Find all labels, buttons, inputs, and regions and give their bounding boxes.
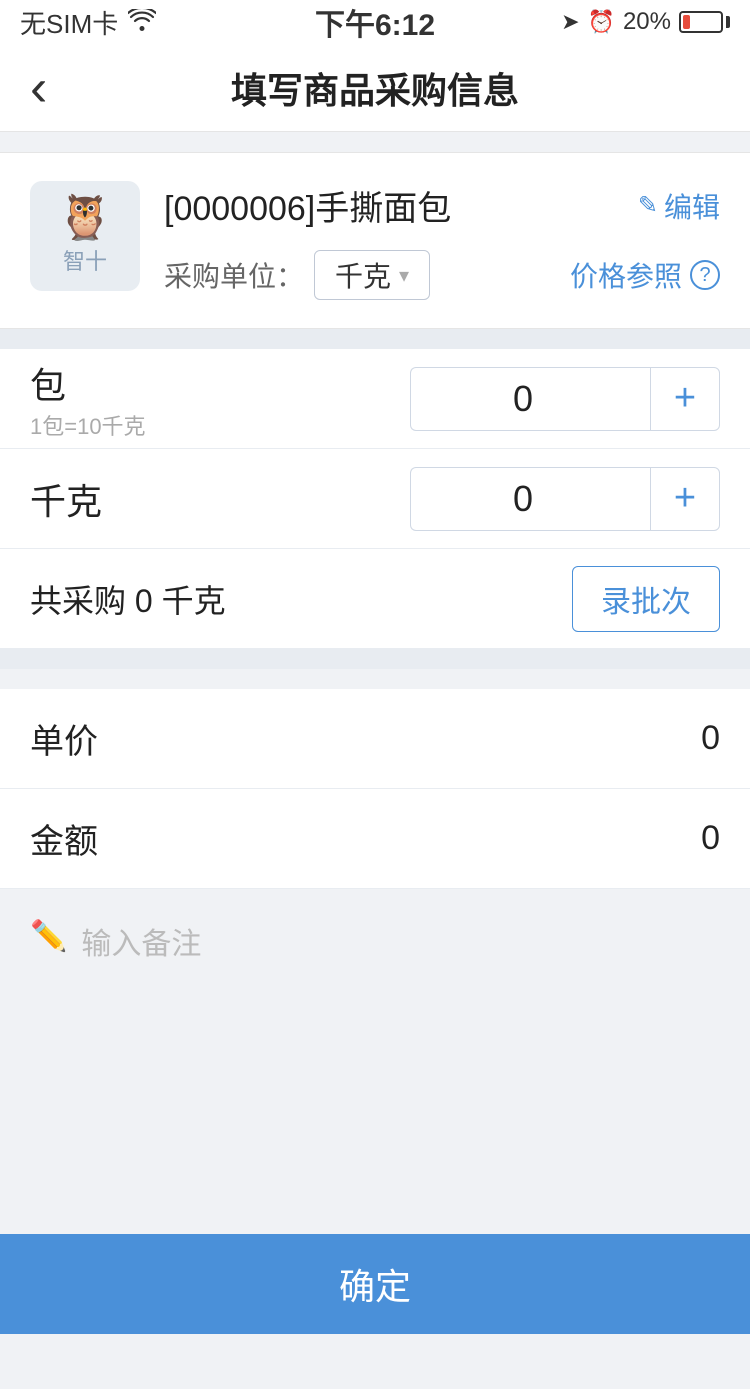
status-bar-right: ➤ ⏰ 20%	[561, 8, 730, 36]
pencil-icon: ✏️	[30, 919, 67, 954]
help-icon: ?	[690, 260, 720, 290]
carrier-label: 无SIM卡	[20, 4, 118, 41]
kg-plus-button[interactable]: +	[650, 467, 720, 531]
unit-label: 采购单位： 千克 ▾	[164, 250, 430, 300]
total-amount-value: 0	[135, 583, 153, 619]
unit-label-text: 采购单位：	[164, 255, 304, 295]
product-logo: 🦉 智十	[30, 181, 140, 291]
price-ref-label: 价格参照	[570, 255, 682, 295]
section-separator-2	[0, 649, 750, 669]
amount-value: 0	[701, 819, 720, 858]
confirm-label: 确定	[339, 1258, 411, 1310]
status-bar: 无SIM卡 下午6:12 ➤ ⏰ 20%	[0, 0, 750, 44]
remarks-placeholder: 输入备注	[81, 919, 201, 963]
kg-label-main: 千克	[30, 473, 150, 525]
bag-label: 包 1包=10千克	[30, 357, 150, 441]
wifi-icon	[128, 7, 156, 38]
edit-label: 编辑	[664, 186, 720, 226]
status-bar-left: 无SIM卡	[20, 4, 156, 41]
kg-label: 千克	[30, 473, 150, 525]
bag-label-sub: 1包=10千克	[30, 409, 150, 441]
product-logo-text: 智十	[63, 244, 107, 276]
confirm-button[interactable]: 确定	[0, 1234, 750, 1334]
amount-row: 金额 0	[0, 789, 750, 889]
bag-input-row: 包 1包=10千克 +	[0, 349, 750, 449]
status-bar-time: 下午6:12	[315, 0, 435, 44]
batch-button[interactable]: 录批次	[572, 566, 720, 632]
edit-button[interactable]: ✎ 编辑	[638, 186, 720, 226]
unit-select[interactable]: 千克 ▾	[314, 250, 430, 300]
remarks-section[interactable]: ✏️ 输入备注	[0, 889, 750, 1089]
back-icon: ‹	[30, 62, 47, 114]
battery-indicator	[679, 11, 730, 33]
bag-quantity-input[interactable]	[410, 367, 650, 431]
product-name: [0000006]手撕面包	[164, 181, 451, 230]
total-label: 共采购	[30, 583, 126, 619]
product-name-row: [0000006]手撕面包 ✎ 编辑	[164, 181, 720, 230]
product-unit-row: 采购单位： 千克 ▾ 价格参照 ?	[164, 250, 720, 300]
location-icon: ➤	[561, 9, 579, 35]
product-logo-icon: 🦉	[58, 196, 113, 240]
unit-price-value: 0	[701, 719, 720, 758]
total-text: 共采购 0 千克	[30, 576, 226, 622]
page-title: 填写商品采购信息	[231, 62, 519, 114]
total-row: 共采购 0 千克 录批次	[0, 549, 750, 649]
kg-input-row: 千克 +	[0, 449, 750, 549]
bag-plus-icon: +	[674, 377, 696, 420]
edit-icon: ✎	[638, 191, 658, 220]
alarm-icon: ⏰	[588, 9, 615, 35]
unit-price-row: 单价 0	[0, 689, 750, 789]
total-unit-value: 千克	[162, 583, 226, 619]
kg-plus-icon: +	[674, 477, 696, 520]
kg-quantity-input[interactable]	[410, 467, 650, 531]
battery-percent: 20%	[623, 8, 671, 36]
price-ref-button[interactable]: 价格参照 ?	[570, 255, 720, 295]
section-separator-1	[0, 329, 750, 349]
product-info: [0000006]手撕面包 ✎ 编辑 采购单位： 千克 ▾ 价格参照 ?	[164, 181, 720, 300]
unit-price-label: 单价	[30, 714, 98, 763]
bag-controls: +	[150, 367, 720, 431]
bag-plus-button[interactable]: +	[650, 367, 720, 431]
unit-value: 千克	[335, 255, 391, 295]
nav-bar: ‹ 填写商品采购信息	[0, 44, 750, 132]
product-card: 🦉 智十 [0000006]手撕面包 ✎ 编辑 采购单位： 千克 ▾ 价格参照 …	[0, 152, 750, 329]
kg-controls: +	[150, 467, 720, 531]
chevron-down-icon: ▾	[399, 263, 409, 288]
batch-label: 录批次	[601, 586, 691, 619]
back-button[interactable]: ‹	[30, 62, 47, 114]
amount-label: 金额	[30, 814, 98, 863]
bag-label-main: 包	[30, 357, 150, 409]
input-section: 包 1包=10千克 + 千克 +	[0, 349, 750, 549]
price-section: 单价 0 金额 0	[0, 689, 750, 889]
